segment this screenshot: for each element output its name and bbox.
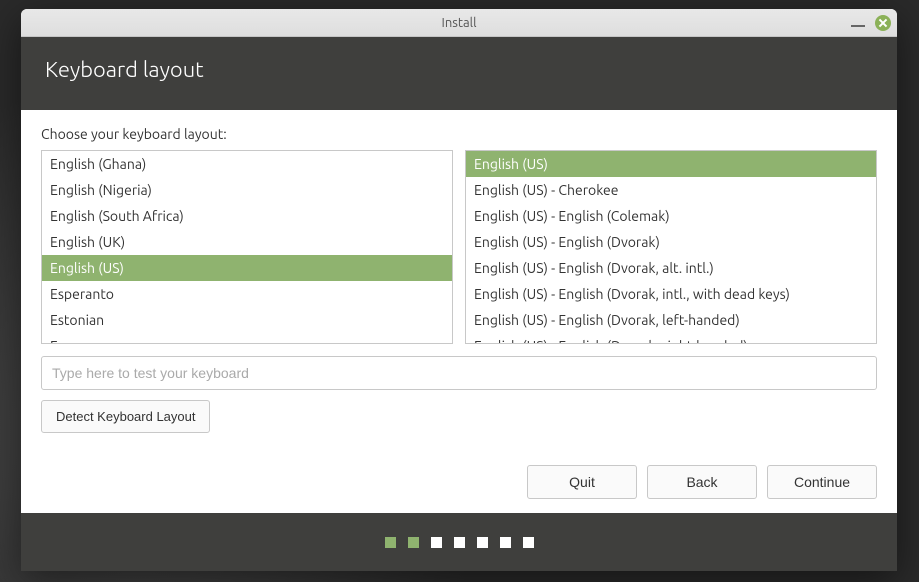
content-area: Choose your keyboard layout: English (Gh… bbox=[21, 110, 897, 513]
variant-item[interactable]: English (US) - Cherokee bbox=[466, 177, 876, 203]
language-item[interactable]: Esperanto bbox=[42, 281, 452, 307]
window-title: Install bbox=[21, 16, 897, 30]
variant-listbox[interactable]: English (US)English (US) - CherokeeEngli… bbox=[465, 150, 877, 344]
language-item[interactable]: Estonian bbox=[42, 307, 452, 333]
progress-footer bbox=[21, 513, 897, 571]
language-item[interactable]: English (Ghana) bbox=[42, 151, 452, 177]
variant-item[interactable]: English (US) - English (Dvorak, alt. int… bbox=[466, 255, 876, 281]
progress-dot bbox=[408, 537, 419, 548]
progress-dot bbox=[454, 537, 465, 548]
installer-window: Install Keyboard layout Choose your keyb… bbox=[21, 9, 897, 571]
progress-dot bbox=[523, 537, 534, 548]
language-item[interactable]: English (South Africa) bbox=[42, 203, 452, 229]
language-listbox[interactable]: English (Ghana)English (Nigeria)English … bbox=[41, 150, 453, 344]
variant-item[interactable]: English (US) bbox=[466, 151, 876, 177]
minimize-icon[interactable] bbox=[851, 25, 865, 27]
prompt-label: Choose your keyboard layout: bbox=[41, 126, 877, 142]
keyboard-test-input[interactable] bbox=[41, 356, 877, 390]
language-item[interactable]: English (Nigeria) bbox=[42, 177, 452, 203]
variant-item[interactable]: English (US) - English (Dvorak, intl., w… bbox=[466, 281, 876, 307]
variant-item[interactable]: English (US) - English (Dvorak, right-ha… bbox=[466, 333, 876, 344]
titlebar: Install bbox=[21, 9, 897, 37]
page-title: Keyboard layout bbox=[45, 57, 204, 82]
page-header: Keyboard layout bbox=[21, 37, 897, 110]
progress-dot bbox=[477, 537, 488, 548]
nav-buttons: Quit Back Continue bbox=[41, 451, 877, 499]
variant-item[interactable]: English (US) - English (Dvorak, left-han… bbox=[466, 307, 876, 333]
language-item[interactable]: English (UK) bbox=[42, 229, 452, 255]
progress-dot bbox=[431, 537, 442, 548]
close-icon[interactable] bbox=[875, 15, 891, 31]
language-item[interactable]: English (US) bbox=[42, 255, 452, 281]
variant-item[interactable]: English (US) - English (Dvorak) bbox=[466, 229, 876, 255]
back-button[interactable]: Back bbox=[647, 465, 757, 499]
quit-button[interactable]: Quit bbox=[527, 465, 637, 499]
variant-item[interactable]: English (US) - English (Colemak) bbox=[466, 203, 876, 229]
continue-button[interactable]: Continue bbox=[767, 465, 877, 499]
detect-layout-button[interactable]: Detect Keyboard Layout bbox=[41, 400, 210, 433]
language-item[interactable]: Faroese bbox=[42, 333, 452, 344]
progress-dot bbox=[385, 537, 396, 548]
progress-dot bbox=[500, 537, 511, 548]
